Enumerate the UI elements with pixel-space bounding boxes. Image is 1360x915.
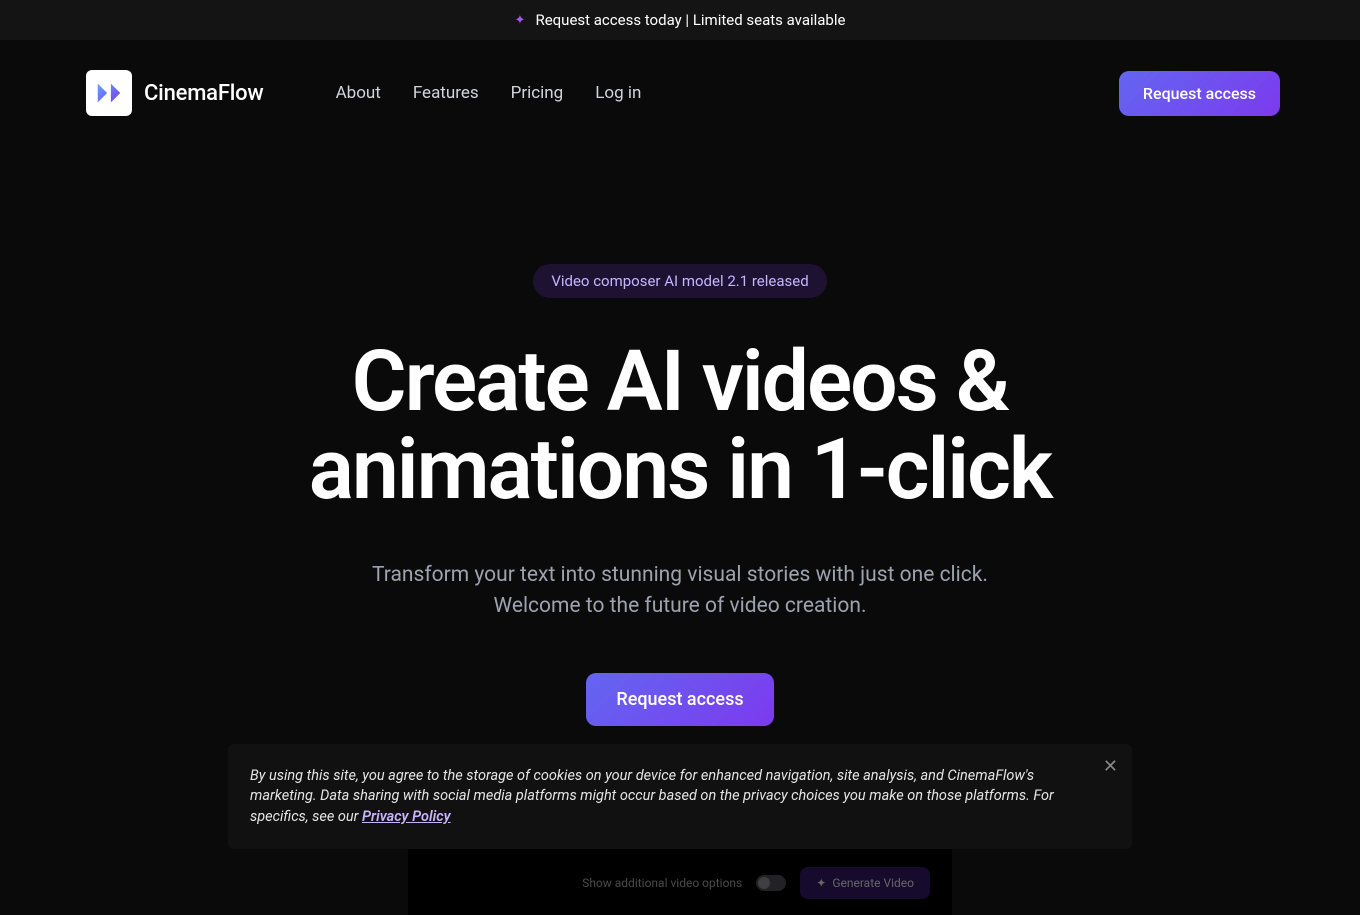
nav-login[interactable]: Log in — [595, 83, 641, 103]
request-access-header-button[interactable]: Request access — [1119, 71, 1280, 116]
hero-subtext: Transform your text into stunning visual… — [40, 560, 1320, 621]
cookie-consent-banner: ✕ By using this site, you agree to the s… — [228, 744, 1132, 849]
site-header: CinemaFlow About Features Pricing Log in… — [0, 40, 1360, 146]
announcement-text: Request access today | Limited seats ava… — [535, 11, 845, 29]
announcement-banner[interactable]: ✦ Request access today | Limited seats a… — [0, 0, 1360, 40]
hero-headline: Create AI videos & animations in 1-click — [40, 338, 1320, 514]
generate-video-button[interactable]: ✦ Generate Video — [800, 867, 930, 899]
generate-video-label: Generate Video — [832, 876, 914, 890]
nav-about[interactable]: About — [336, 83, 381, 103]
additional-options-label: Show additional video options — [582, 876, 742, 890]
release-pill[interactable]: Video composer AI model 2.1 released — [533, 264, 826, 298]
sparkle-icon: ✦ — [515, 13, 526, 28]
main-nav: About Features Pricing Log in — [336, 83, 642, 103]
logo-mark-icon — [86, 70, 132, 116]
additional-options-toggle[interactable] — [756, 875, 786, 891]
sparkles-icon: ✦ — [816, 876, 826, 890]
brand-name: CinemaFlow — [144, 81, 264, 106]
close-icon[interactable]: ✕ — [1103, 758, 1118, 776]
nav-pricing[interactable]: Pricing — [511, 83, 564, 103]
privacy-policy-link[interactable]: Privacy Policy — [362, 808, 451, 825]
request-access-hero-button[interactable]: Request access — [586, 673, 773, 726]
brand-logo[interactable]: CinemaFlow — [86, 70, 264, 116]
nav-features[interactable]: Features — [413, 83, 479, 103]
